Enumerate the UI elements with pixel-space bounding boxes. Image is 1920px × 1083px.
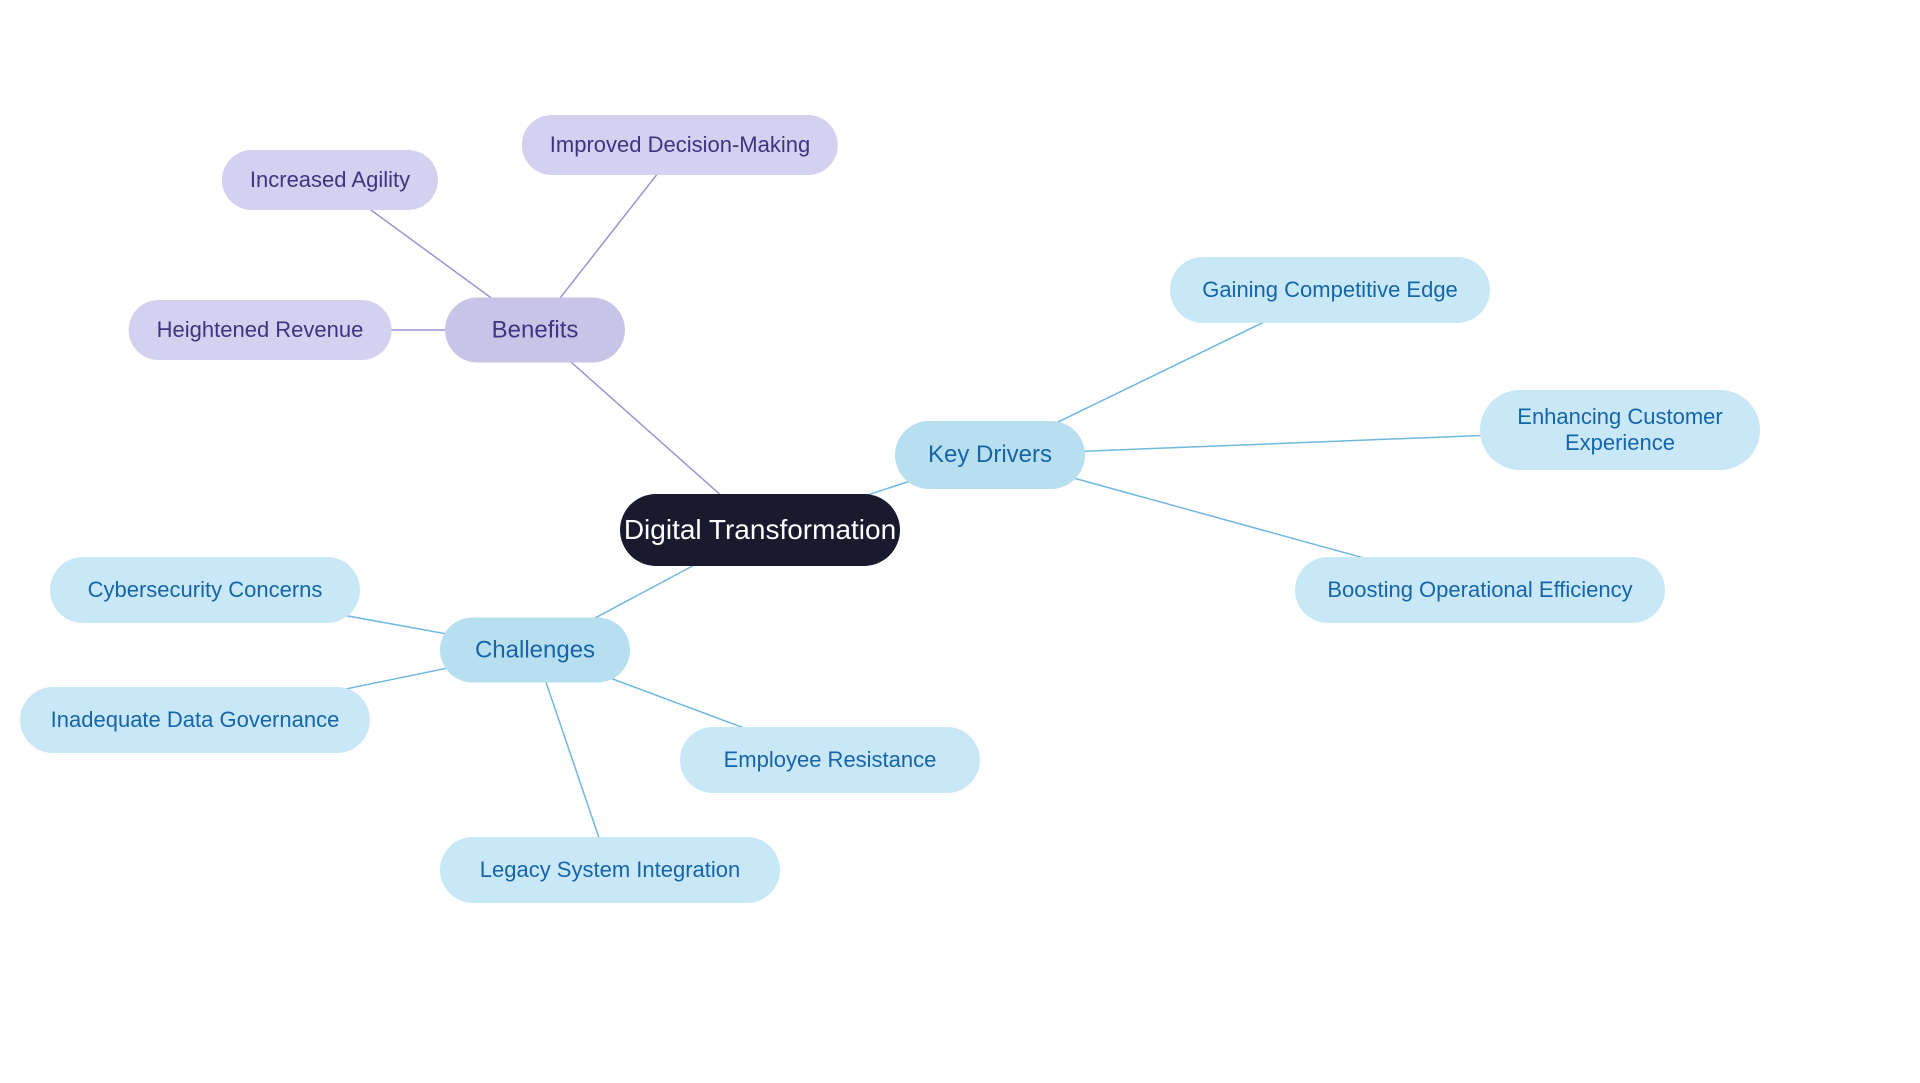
inadequate-data-governance-node[interactable]: Inadequate Data Governance: [20, 687, 370, 753]
challenges-node[interactable]: Challenges: [440, 618, 630, 683]
legacy-system-integration-label: Legacy System Integration: [480, 857, 740, 883]
key-drivers-label: Key Drivers: [928, 441, 1052, 469]
improved-decision-making-node[interactable]: Improved Decision-Making: [522, 115, 838, 175]
increased-agility-label: Increased Agility: [250, 167, 410, 193]
boosting-operational-efficiency-label: Boosting Operational Efficiency: [1327, 577, 1632, 603]
boosting-operational-efficiency-node[interactable]: Boosting Operational Efficiency: [1295, 557, 1665, 623]
enhancing-customer-experience-label: Enhancing Customer Experience: [1508, 404, 1732, 456]
legacy-system-integration-node[interactable]: Legacy System Integration: [440, 837, 780, 903]
heightened-revenue-label: Heightened Revenue: [157, 317, 364, 343]
employee-resistance-node[interactable]: Employee Resistance: [680, 727, 980, 793]
key-drivers-node[interactable]: Key Drivers: [895, 421, 1085, 489]
gaining-competitive-edge-label: Gaining Competitive Edge: [1202, 277, 1458, 303]
benefits-node[interactable]: Benefits: [445, 298, 625, 363]
central-node-label: Digital Transformation: [624, 514, 896, 546]
improved-decision-label: Improved Decision-Making: [550, 132, 810, 158]
inadequate-data-governance-label: Inadequate Data Governance: [51, 707, 340, 733]
enhancing-customer-experience-node[interactable]: Enhancing Customer Experience: [1480, 390, 1760, 470]
cybersecurity-concerns-label: Cybersecurity Concerns: [88, 577, 323, 603]
mind-map: Digital Transformation Benefits Improved…: [0, 0, 1920, 1083]
cybersecurity-concerns-node[interactable]: Cybersecurity Concerns: [50, 557, 360, 623]
benefits-node-label: Benefits: [492, 316, 579, 344]
increased-agility-node[interactable]: Increased Agility: [222, 150, 438, 210]
central-node[interactable]: Digital Transformation: [620, 494, 900, 566]
gaining-competitive-edge-node[interactable]: Gaining Competitive Edge: [1170, 257, 1490, 323]
challenges-label: Challenges: [475, 636, 595, 664]
employee-resistance-label: Employee Resistance: [724, 747, 937, 773]
heightened-revenue-node[interactable]: Heightened Revenue: [129, 300, 392, 360]
